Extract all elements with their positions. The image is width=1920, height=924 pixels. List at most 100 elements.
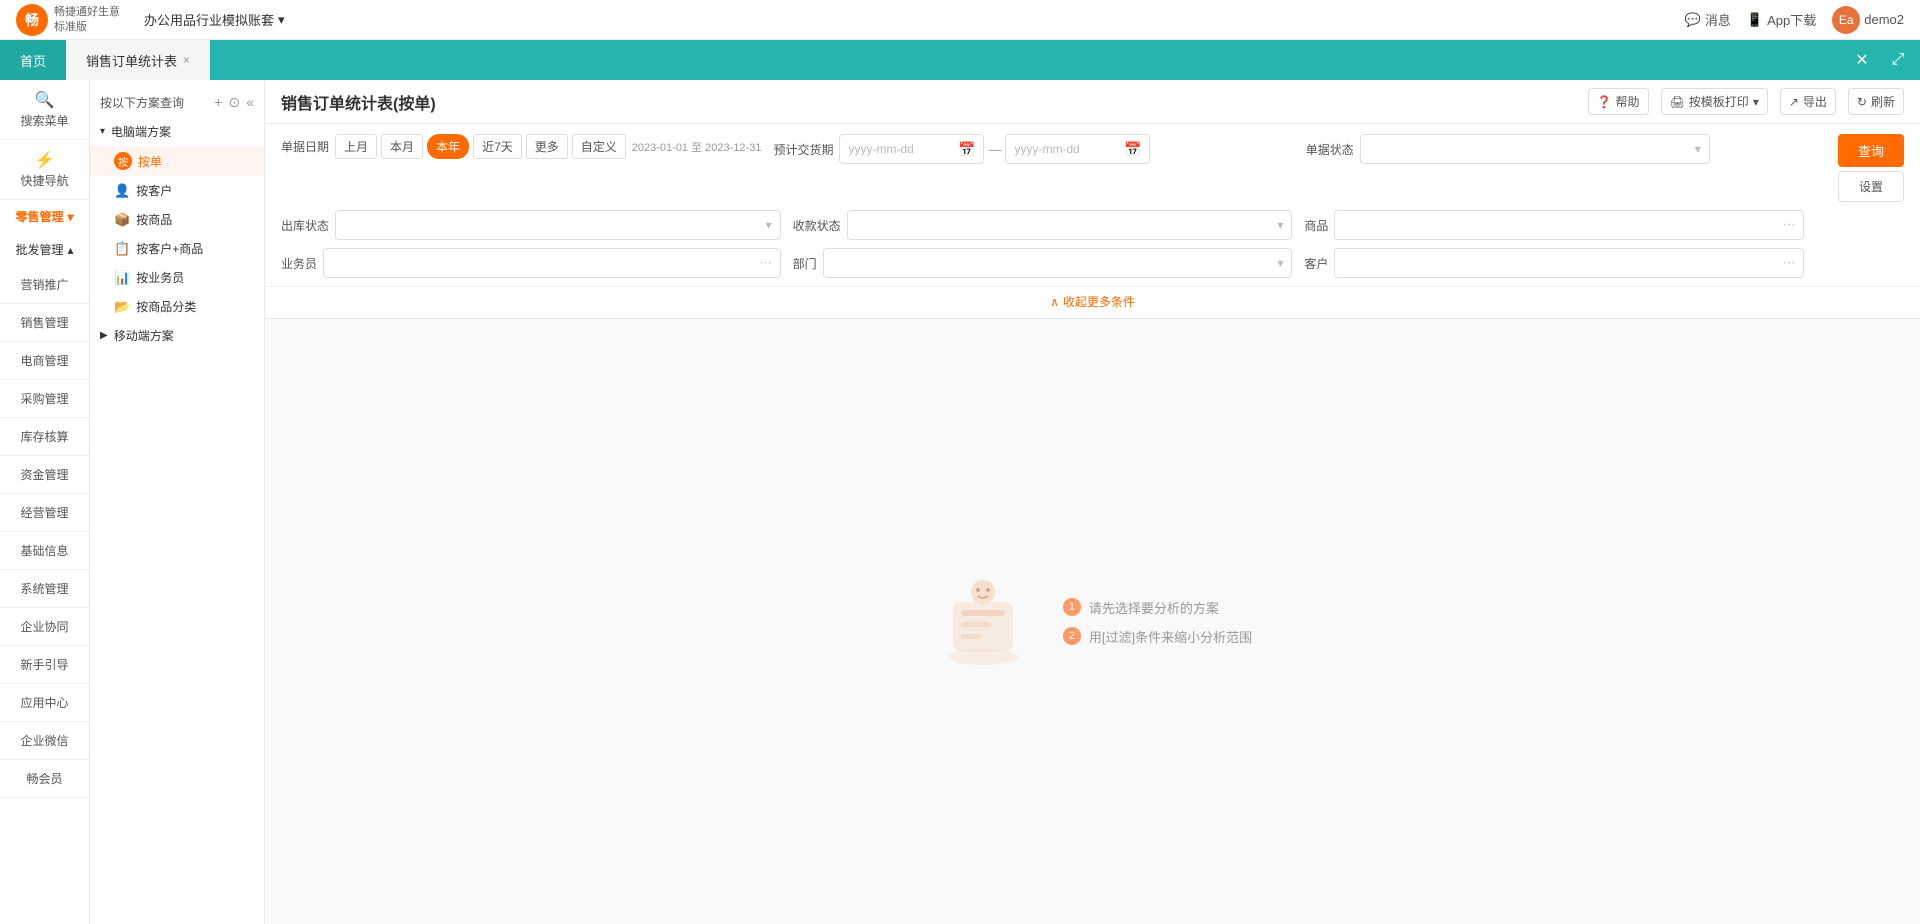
empty-content: 1 请先选择要分析的方案 2 用[过滤]条件来缩小分析范围 (933, 572, 1252, 672)
tab-minimize-btn[interactable]: ✕ (1848, 46, 1876, 74)
left-panel: 按以下方案查询 + ⊙ « ▾ 电脑端方案 按 按单 👤 按客户 (90, 80, 265, 924)
status-select[interactable]: ▾ (1360, 134, 1710, 164)
setting-btn[interactable]: 设置 (1838, 171, 1904, 202)
print-btn[interactable]: 🖨 按模板打印 ▾ (1661, 88, 1768, 115)
topbar: 畅 畅捷通好生意 标准版 办公用品行业模拟账套 ▾ 💬 消息 📱 App下载 E… (0, 0, 1920, 40)
date-range-display: 2023-01-01 至 2023-12-31 (632, 139, 762, 155)
dept-select[interactable]: ▾ (823, 248, 1293, 278)
7days-btn[interactable]: 近7天 (473, 134, 522, 159)
prev-month-btn[interactable]: 上月 (335, 134, 377, 159)
this-year-btn[interactable]: 本年 (427, 134, 469, 159)
refresh-btn[interactable]: ↻ 刷新 (1848, 88, 1904, 115)
sidebar-item-corp[interactable]: 企业协同 (0, 608, 89, 646)
search-icon: 🔍 (4, 90, 85, 110)
tree-item-by-salesperson[interactable]: 📊 按业务员 (90, 263, 264, 292)
app-selector[interactable]: 办公用品行业模拟账套 ▾ (144, 10, 285, 29)
sidebar-item-marketing[interactable]: 营销推广 (0, 266, 89, 304)
empty-tip-2: 2 用[过滤]条件来缩小分析范围 (1063, 627, 1252, 646)
goods-input[interactable]: ··· (1334, 210, 1804, 240)
salesperson-label: 业务员 (281, 255, 317, 272)
expected-date-end[interactable]: yyyy-mm-dd 📅 (1005, 134, 1150, 164)
custom-btn[interactable]: 自定义 (572, 134, 626, 159)
pc-group-label: 电脑端方案 (111, 123, 171, 140)
tab-maximize-btn[interactable]: ⤢ (1884, 46, 1912, 74)
tree-group-mobile[interactable]: ▶ 移动端方案 (90, 321, 264, 350)
category-icon: 📂 (114, 299, 130, 315)
sidebar-search[interactable]: 🔍 搜索菜单 (0, 80, 89, 140)
sidebar-item-inventory[interactable]: 库存核算 (0, 418, 89, 456)
main-layout: 🔍 搜索菜单 ⚡ 快捷导航 零售管理 ▾ 批发管理 ▴ 营销推广 销售管理 电商… (0, 80, 1920, 924)
edit-scheme-btn[interactable]: ⊙ (228, 94, 240, 111)
panel-header-actions: + ⊙ « (214, 94, 254, 111)
sidebar-item-wechat[interactable]: 企业微信 (0, 722, 89, 760)
customer-input[interactable]: ··· (1334, 248, 1804, 278)
sidebar-item-basic[interactable]: 基础信息 (0, 532, 89, 570)
sidebar: 🔍 搜索菜单 ⚡ 快捷导航 零售管理 ▾ 批发管理 ▴ 营销推广 销售管理 电商… (0, 80, 90, 924)
collapse-row: ∧ 收起更多条件 (265, 286, 1920, 318)
message-btn[interactable]: 💬 消息 (1685, 10, 1731, 29)
panel-header: 按以下方案查询 + ⊙ « (90, 88, 264, 117)
more-btn[interactable]: 更多 (526, 134, 568, 159)
logo-text: 畅捷通好生意 标准版 (54, 5, 120, 34)
app-download-btn[interactable]: 📱 App下载 (1747, 10, 1816, 29)
help-icon: ❓ (1597, 95, 1612, 109)
tree-item-by-order[interactable]: 按 按单 (90, 146, 264, 176)
refresh-icon: ↻ (1857, 95, 1867, 109)
sidebar-item-purchase[interactable]: 采购管理 (0, 380, 89, 418)
tab-home[interactable]: 首页 (0, 40, 66, 80)
sidebar-item-sales[interactable]: 销售管理 (0, 304, 89, 342)
calendar-icon: 📅 (958, 141, 975, 158)
sidebar-quick-nav[interactable]: ⚡ 快捷导航 (0, 140, 89, 200)
this-month-btn[interactable]: 本月 (381, 134, 423, 159)
goods-icon: 📦 (114, 212, 130, 228)
add-scheme-btn[interactable]: + (214, 94, 222, 111)
expected-date-start[interactable]: yyyy-mm-dd 📅 (839, 134, 984, 164)
tab-close-icon[interactable]: × (183, 53, 190, 67)
message-icon: 💬 (1685, 12, 1701, 28)
empty-tip-1: 1 请先选择要分析的方案 (1063, 598, 1252, 617)
collapse-panel-btn[interactable]: « (246, 94, 254, 111)
help-btn[interactable]: ❓ 帮助 (1588, 88, 1649, 115)
calendar-icon: 📅 (1124, 141, 1141, 158)
collapse-btn[interactable]: ∧ 收起更多条件 (1050, 293, 1135, 310)
tabbar-actions: ✕ ⤢ (1848, 40, 1920, 80)
sidebar-item-member[interactable]: 畅会员 (0, 760, 89, 798)
tree-item-by-category[interactable]: 📂 按商品分类 (90, 292, 264, 321)
tree-item-by-goods[interactable]: 📦 按商品 (90, 205, 264, 234)
chevron-right-icon: ▶ (100, 330, 108, 341)
tree-group-pc[interactable]: ▾ 电脑端方案 (90, 117, 264, 146)
shipment-select[interactable]: ▾ (335, 210, 781, 240)
sidebar-item-retail[interactable]: 零售管理 ▾ (0, 200, 89, 233)
close-window-icon: ✕ (1855, 50, 1868, 70)
tab-sales-stat[interactable]: 销售订单统计表 × (66, 40, 210, 80)
payment-select[interactable]: ▾ (847, 210, 1293, 240)
export-icon: ↗ (1789, 95, 1799, 109)
sidebar-item-ecom[interactable]: 电商管理 (0, 342, 89, 380)
sidebar-item-wholesale[interactable]: 批发管理 ▴ (0, 233, 89, 266)
chevron-down-icon: ▾ (766, 218, 772, 232)
salesperson-icon: 📊 (114, 270, 130, 286)
tree-item-by-customer[interactable]: 👤 按客户 (90, 176, 264, 205)
sidebar-item-apps[interactable]: 应用中心 (0, 684, 89, 722)
tip-num-2: 2 (1063, 627, 1081, 645)
date-label: 单据日期 (281, 138, 329, 155)
export-btn[interactable]: ↗ 导出 (1780, 88, 1836, 115)
user-area[interactable]: Ea demo2 (1832, 6, 1904, 34)
sidebar-item-ops[interactable]: 经营管理 (0, 494, 89, 532)
avatar: Ea (1832, 6, 1860, 34)
content-area: 按以下方案查询 + ⊙ « ▾ 电脑端方案 按 按单 👤 按客户 (90, 80, 1920, 924)
empty-illustration (933, 572, 1033, 672)
sidebar-item-finance[interactable]: 资金管理 (0, 456, 89, 494)
salesperson-input[interactable]: ··· (323, 248, 781, 278)
dept-label: 部门 (793, 255, 817, 272)
customer-icon: 👤 (114, 183, 130, 199)
status-label: 单据状态 (1306, 141, 1354, 158)
logo-icon: 畅 (16, 4, 48, 36)
sidebar-item-system[interactable]: 系统管理 (0, 570, 89, 608)
sidebar-item-newbie[interactable]: 新手引导 (0, 646, 89, 684)
tree-item-by-cust-goods[interactable]: 📋 按客户+商品 (90, 234, 264, 263)
page-actions: ❓ 帮助 🖨 按模板打印 ▾ ↗ 导出 ↻ 刷新 (1588, 88, 1904, 115)
query-btn[interactable]: 查询 (1838, 134, 1904, 167)
topbar-right: 💬 消息 📱 App下载 Ea demo2 (1685, 6, 1904, 34)
cust-goods-icon: 📋 (114, 241, 130, 257)
